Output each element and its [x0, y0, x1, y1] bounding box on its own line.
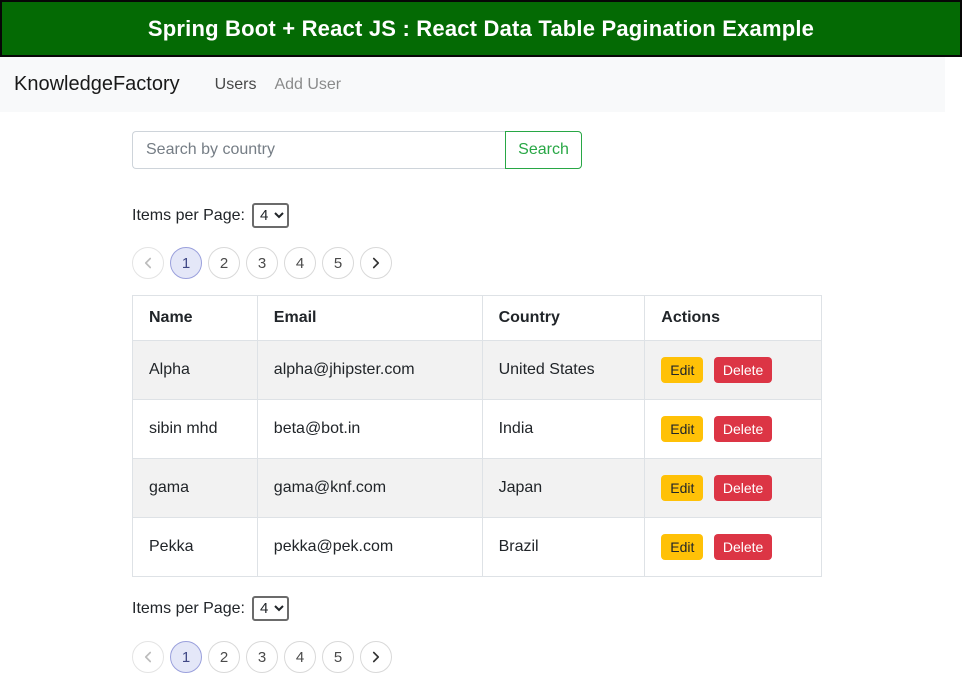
items-per-page-bottom: Items per Page: 4	[132, 596, 822, 621]
pagination-page-2[interactable]: 2	[208, 641, 240, 673]
chevron-right-icon	[370, 651, 382, 663]
delete-button[interactable]: Delete	[713, 357, 773, 383]
main-content: Search Items per Page: 4 1 2 3 4 5 Name …	[132, 131, 822, 673]
cell-name: sibin mhd	[132, 399, 258, 459]
chevron-right-icon	[370, 257, 382, 269]
page-banner: Spring Boot + React JS : React Data Tabl…	[0, 0, 962, 57]
page-title: Spring Boot + React JS : React Data Tabl…	[147, 15, 815, 41]
pagination-page-4[interactable]: 4	[284, 247, 316, 279]
pagination-prev-button[interactable]	[132, 247, 164, 279]
table-row: sibin mhd beta@bot.in India Edit Delete	[132, 399, 822, 459]
cell-name: Pekka	[132, 517, 258, 577]
pagination-page-1[interactable]: 1	[170, 641, 202, 673]
column-header-actions: Actions	[644, 295, 822, 341]
pagination-page-3[interactable]: 3	[246, 247, 278, 279]
table-row: Alpha alpha@jhipster.com United States E…	[132, 340, 822, 400]
column-header-name: Name	[132, 295, 258, 341]
pagination-next-button[interactable]	[360, 641, 392, 673]
pagination-page-5[interactable]: 5	[322, 247, 354, 279]
cell-email: pekka@pek.com	[256, 517, 483, 577]
cell-name: gama	[132, 458, 258, 518]
edit-button[interactable]: Edit	[661, 475, 704, 501]
cell-email: gama@knf.com	[256, 458, 483, 518]
items-per-page-top: Items per Page: 4	[132, 203, 822, 228]
pagination-page-1[interactable]: 1	[170, 247, 202, 279]
table-row: gama gama@knf.com Japan Edit Delete	[132, 458, 822, 518]
cell-country: Brazil	[481, 517, 646, 577]
pagination-top: 1 2 3 4 5	[132, 247, 822, 279]
pagination-page-2[interactable]: 2	[208, 247, 240, 279]
cell-actions: Edit Delete	[644, 517, 822, 577]
pagination-page-4[interactable]: 4	[284, 641, 316, 673]
cell-email: beta@bot.in	[256, 399, 483, 459]
cell-name: Alpha	[132, 340, 258, 400]
chevron-left-icon	[142, 257, 154, 269]
cell-email: alpha@jhipster.com	[256, 340, 483, 400]
items-per-page-label: Items per Page:	[132, 206, 245, 224]
chevron-left-icon	[142, 651, 154, 663]
edit-button[interactable]: Edit	[661, 534, 704, 560]
search-bar: Search	[132, 131, 582, 169]
pagination-page-3[interactable]: 3	[246, 641, 278, 673]
cell-actions: Edit Delete	[644, 458, 822, 518]
search-button[interactable]: Search	[505, 131, 582, 169]
navbar: KnowledgeFactory Users Add User	[0, 57, 945, 112]
edit-button[interactable]: Edit	[661, 357, 704, 383]
cell-actions: Edit Delete	[644, 399, 822, 459]
nav-link-users[interactable]: Users	[206, 68, 266, 102]
delete-button[interactable]: Delete	[713, 475, 773, 501]
cell-country: United States	[481, 340, 646, 400]
navbar-brand[interactable]: KnowledgeFactory	[14, 73, 180, 96]
pagination-bottom: 1 2 3 4 5	[132, 641, 822, 673]
cell-actions: Edit Delete	[644, 340, 822, 400]
column-header-email: Email	[256, 295, 483, 341]
pagination-next-button[interactable]	[360, 247, 392, 279]
users-table: Name Email Country Actions Alpha alpha@j…	[132, 295, 822, 577]
delete-button[interactable]: Delete	[713, 416, 773, 442]
cell-country: India	[481, 399, 646, 459]
delete-button[interactable]: Delete	[713, 534, 773, 560]
search-input[interactable]	[132, 131, 505, 169]
items-per-page-label: Items per Page:	[132, 599, 245, 617]
pagination-page-5[interactable]: 5	[322, 641, 354, 673]
pagination-prev-button[interactable]	[132, 641, 164, 673]
items-per-page-select[interactable]: 4	[251, 203, 289, 228]
cell-country: Japan	[481, 458, 646, 518]
table-header-row: Name Email Country Actions	[132, 295, 822, 341]
items-per-page-select[interactable]: 4	[251, 596, 289, 621]
nav-link-add-user[interactable]: Add User	[265, 68, 350, 102]
table-row: Pekka pekka@pek.com Brazil Edit Delete	[132, 517, 822, 577]
column-header-country: Country	[481, 295, 646, 341]
edit-button[interactable]: Edit	[661, 416, 704, 442]
